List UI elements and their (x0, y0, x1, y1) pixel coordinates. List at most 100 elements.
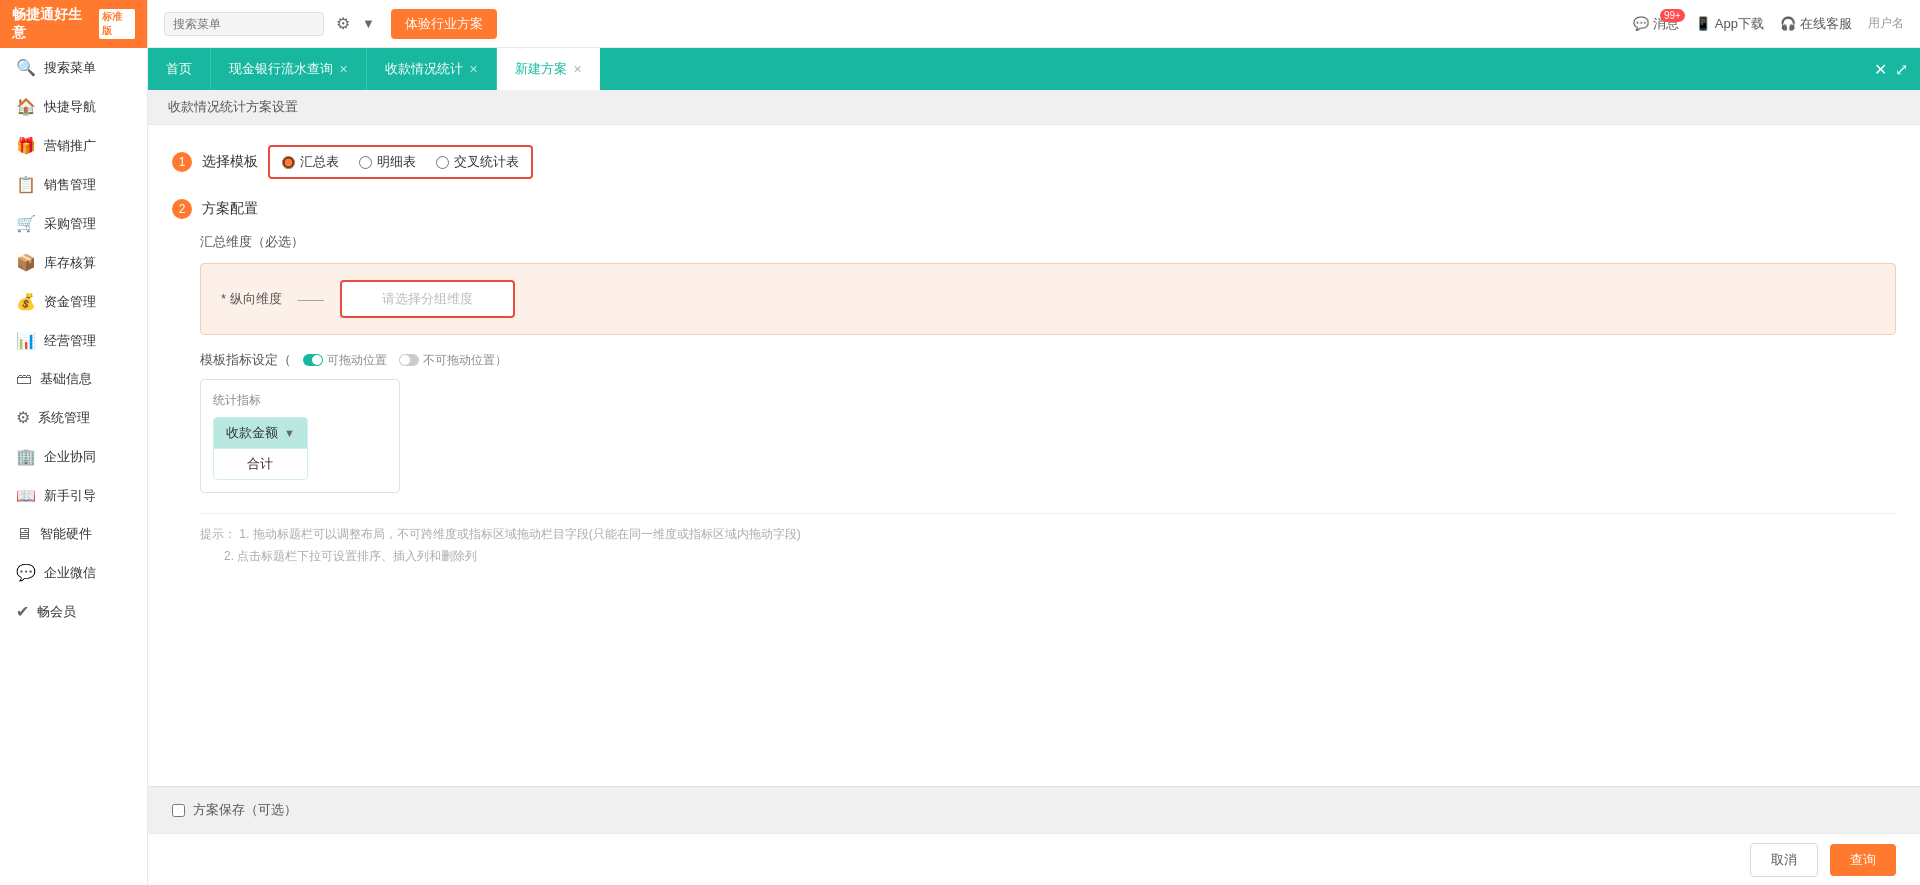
app-download-button[interactable]: 📱 App下载 (1695, 15, 1764, 33)
sidebar-item-member[interactable]: ✔ 畅会员 (0, 592, 147, 631)
inventory-icon: 📦 (16, 253, 36, 272)
tips-section: 提示： 1. 拖动标题栏可以调整布局，不可跨维度或指标区域拖动栏目字段(只能在同… (200, 513, 1896, 567)
sidebar-item-label: 畅会员 (37, 603, 76, 621)
download-label: App下载 (1715, 15, 1764, 33)
sidebar-item-search-menu[interactable]: 🔍 搜索菜单 (0, 48, 147, 87)
metrics-grid: 收款金额 ▼ 合计 (213, 417, 387, 480)
radio-detail-input[interactable] (359, 156, 372, 169)
radio-cross[interactable]: 交叉统计表 (436, 153, 519, 171)
gift-icon: 🎁 (16, 136, 36, 155)
step1-title: 选择模板 (202, 153, 258, 171)
hardware-icon: 🖥 (16, 525, 32, 543)
logo-text: 畅捷通好生意 (12, 6, 95, 42)
message-button[interactable]: 💬 消息 99+ (1633, 15, 1679, 33)
top-header: ⚙ ▼ 体验行业方案 💬 消息 99+ 📱 App下载 🎧 在线客服 用户名 (148, 0, 1920, 48)
metric-column-header[interactable]: 收款金额 ▼ (214, 418, 307, 449)
radio-detail-label: 明细表 (377, 153, 416, 171)
tab-bank-flow[interactable]: 现金银行流水查询 ✕ (211, 48, 367, 90)
sidebar-item-basic-info[interactable]: 🗃 基础信息 (0, 360, 147, 398)
close-window-icon[interactable]: ✕ (1874, 60, 1887, 79)
message-icon: 💬 (1633, 16, 1649, 31)
main-area: ⚙ ▼ 体验行业方案 💬 消息 99+ 📱 App下载 🎧 在线客服 用户名 首… (148, 0, 1920, 885)
breadcrumb-input[interactable] (164, 12, 324, 36)
trial-button[interactable]: 体验行业方案 (391, 9, 497, 39)
sidebar-item-operation[interactable]: 📊 经营管理 (0, 321, 147, 360)
sidebar-item-hardware[interactable]: 🖥 智能硬件 (0, 515, 147, 553)
tab-bank-flow-close[interactable]: ✕ (339, 63, 348, 76)
sidebar-item-label: 智能硬件 (40, 525, 92, 543)
movable-toggle[interactable]: 可拖动位置 (303, 352, 387, 369)
sidebar-item-fund[interactable]: 💰 资金管理 (0, 282, 147, 321)
sidebar-item-inventory[interactable]: 📦 库存核算 (0, 243, 147, 282)
dimension-selector[interactable]: 请选择分组维度 (340, 280, 515, 318)
footer-bar: 取消 查询 (148, 833, 1920, 885)
content-area: 收款情况统计方案设置 1 选择模板 汇总表 明细表 (148, 90, 1920, 885)
sidebar-item-wechat[interactable]: 💬 企业微信 (0, 553, 147, 592)
radio-cross-input[interactable] (436, 156, 449, 169)
sidebar-item-label: 经营管理 (44, 332, 96, 350)
sidebar-item-label: 快捷导航 (44, 98, 96, 116)
radio-cross-label: 交叉统计表 (454, 153, 519, 171)
tab-new-plan-label: 新建方案 (515, 60, 567, 78)
sidebar-item-enterprise[interactable]: 🏢 企业协同 (0, 437, 147, 476)
immovable-toggle[interactable]: 不可拖动位置） (399, 352, 507, 369)
dimension-area: * 纵向维度 —— 请选择分组维度 (200, 263, 1896, 335)
message-badge: 99+ (1660, 9, 1685, 22)
metrics-header: 模板指标设定（ 可拖动位置 不可拖动位置） (200, 351, 1896, 369)
settings-icon[interactable]: ⚙ (336, 14, 350, 33)
service-icon: 🎧 (1780, 16, 1796, 31)
tab-home[interactable]: 首页 (148, 48, 211, 90)
sidebar-item-label: 企业微信 (44, 564, 96, 582)
vertical-dim-label: * 纵向维度 (221, 290, 282, 308)
tips-prefix: 提示： (200, 527, 236, 541)
sidebar-item-sales[interactable]: 📋 销售管理 (0, 165, 147, 204)
tab-home-label: 首页 (166, 60, 192, 78)
sidebar-item-label: 销售管理 (44, 176, 96, 194)
sales-icon: 📋 (16, 175, 36, 194)
radio-summary-label: 汇总表 (300, 153, 339, 171)
tab-new-plan[interactable]: 新建方案 ✕ (497, 48, 600, 90)
tab-receipt-stat-label: 收款情况统计 (385, 60, 463, 78)
sidebar-item-quick-nav[interactable]: 🏠 快捷导航 (0, 87, 147, 126)
tab-new-plan-close[interactable]: ✕ (573, 63, 582, 76)
sidebar-item-system[interactable]: ⚙ 系统管理 (0, 398, 147, 437)
search-menu-icon: 🔍 (16, 58, 36, 77)
sidebar-item-label: 基础信息 (40, 370, 92, 388)
chevron-down-icon: ▼ (284, 427, 295, 439)
step1-section: 1 选择模板 汇总表 明细表 交叉统计表 (172, 145, 1896, 179)
expand-icon[interactable]: ⤢ (1895, 60, 1908, 79)
radio-summary-input[interactable] (282, 156, 295, 169)
sidebar-item-label: 采购管理 (44, 215, 96, 233)
radio-detail[interactable]: 明细表 (359, 153, 416, 171)
download-icon: 📱 (1695, 16, 1711, 31)
user-name: 用户名 (1868, 15, 1904, 32)
header-right: 💬 消息 99+ 📱 App下载 🎧 在线客服 用户名 (1633, 15, 1904, 33)
tab-receipt-stat[interactable]: 收款情况统计 ✕ (367, 48, 497, 90)
sidebar-item-label: 库存核算 (44, 254, 96, 272)
step1-num: 1 (172, 152, 192, 172)
metric-cell-total: 合计 (214, 449, 307, 479)
radio-summary[interactable]: 汇总表 (282, 153, 339, 171)
immovable-indicator (399, 354, 419, 366)
metrics-label: 模板指标设定（ (200, 351, 291, 369)
system-icon: ⚙ (16, 408, 30, 427)
tab-bank-flow-label: 现金银行流水查询 (229, 60, 333, 78)
tip2: 2. 点击标题栏下拉可设置排序、插入列和删除列 (200, 549, 477, 563)
query-button[interactable]: 查询 (1830, 844, 1896, 876)
step2-num: 2 (172, 199, 192, 219)
sidebar: 畅捷通好生意 标准版 🔍 搜索菜单 🏠 快捷导航 🎁 营销推广 📋 销售管理 🛒… (0, 0, 148, 885)
sidebar-item-label: 新手引导 (44, 487, 96, 505)
tab-bar-right: ✕ ⤢ (1874, 60, 1920, 79)
step1-header: 1 选择模板 汇总表 明细表 交叉统计表 (172, 145, 1896, 179)
chevron-down-icon[interactable]: ▼ (362, 16, 375, 31)
tab-receipt-stat-close[interactable]: ✕ (469, 63, 478, 76)
dimension-title: 汇总维度（必选） (200, 233, 1896, 251)
wechat-icon: 💬 (16, 563, 36, 582)
sidebar-item-purchase[interactable]: 🛒 采购管理 (0, 204, 147, 243)
cancel-button[interactable]: 取消 (1750, 843, 1818, 877)
service-button[interactable]: 🎧 在线客服 (1780, 15, 1852, 33)
sidebar-item-marketing[interactable]: 🎁 营销推广 (0, 126, 147, 165)
save-checkbox[interactable] (172, 804, 185, 817)
sidebar-item-guide[interactable]: 📖 新手引导 (0, 476, 147, 515)
sidebar-item-label: 搜索菜单 (44, 59, 96, 77)
